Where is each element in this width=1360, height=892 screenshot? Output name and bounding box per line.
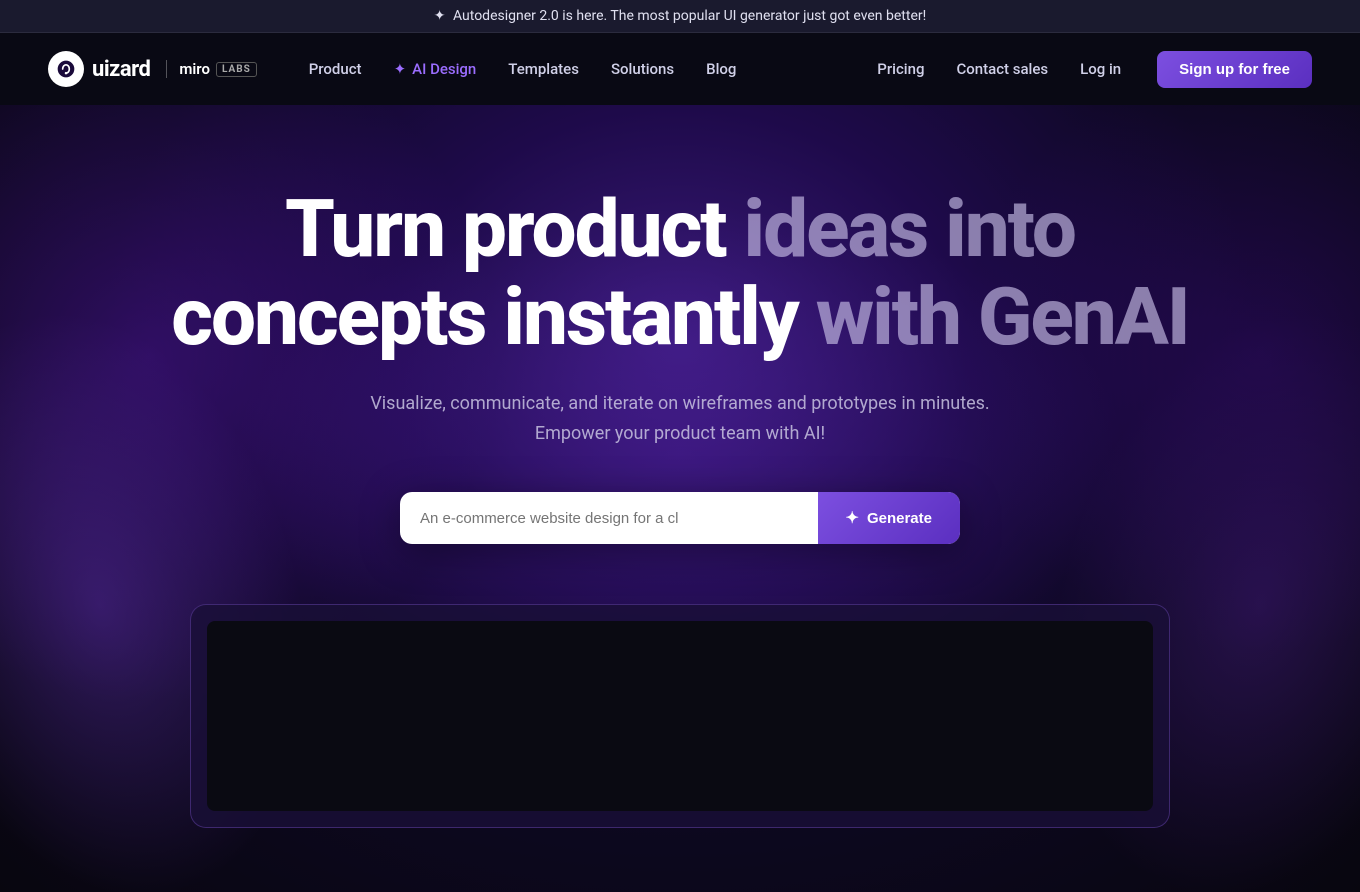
nav-blog[interactable]: Blog [694,54,748,84]
ai-design-label: AI Design [412,60,476,78]
uizard-logo[interactable]: uizard [48,51,150,87]
nav-right-links: Pricing Contact sales Log in [865,54,1133,84]
nav-left: uizard miro LABS Product ✦ AI Design Tem… [48,51,748,87]
nav-pricing[interactable]: Pricing [865,54,936,84]
navbar: uizard miro LABS Product ✦ AI Design Tem… [0,33,1360,105]
nav-links: Product ✦ AI Design Templates Solutions … [297,54,749,84]
generate-input[interactable] [400,494,818,543]
hero-title: Turn product ideas into concepts instant… [0,185,1360,361]
preview-window [190,604,1170,828]
hero-title-line1-dim: ideas into [744,182,1076,276]
generate-label: Generate [867,510,932,527]
generate-sparkle-icon: ✦ [846,508,859,528]
hero-title-line2-dim: with GenAI [816,270,1189,364]
nav-templates[interactable]: Templates [496,54,591,84]
brand-name: uizard [92,57,150,82]
generate-bar: ✦ Generate [400,492,960,544]
miro-name: miro [179,60,210,78]
announcement-bar: ✦ Autodesigner 2.0 is here. The most pop… [0,0,1360,33]
generate-button[interactable]: ✦ Generate [818,492,960,544]
hero-title-line2-bright: concepts instantly [171,270,797,364]
nav-product[interactable]: Product [297,54,374,84]
ai-sparkle-icon: ✦ [394,60,407,78]
sparkle-icon: ✦ [434,8,446,24]
nav-contact-sales[interactable]: Contact sales [944,54,1060,84]
hero-content: Turn product ideas into concepts instant… [0,105,1360,828]
hero-section: Turn product ideas into concepts instant… [0,105,1360,892]
preview-screen [207,621,1153,811]
nav-right: Pricing Contact sales Log in Sign up for… [865,51,1312,88]
preview-container [190,604,1170,828]
announcement-text: Autodesigner 2.0 is here. The most popul… [453,8,926,24]
logo-area: uizard miro LABS [48,51,257,87]
logo-icon [56,59,76,79]
labs-badge: LABS [216,62,257,77]
nav-ai-design[interactable]: ✦ AI Design [382,54,489,84]
signup-button[interactable]: Sign up for free [1157,51,1312,88]
hero-subtitle: Visualize, communicate, and iterate on w… [340,389,1020,448]
hero-title-line1-bright: Turn product [285,182,726,276]
nav-login[interactable]: Log in [1068,54,1133,84]
logo-circle [48,51,84,87]
miro-labs: miro LABS [166,60,256,78]
nav-solutions[interactable]: Solutions [599,54,686,84]
